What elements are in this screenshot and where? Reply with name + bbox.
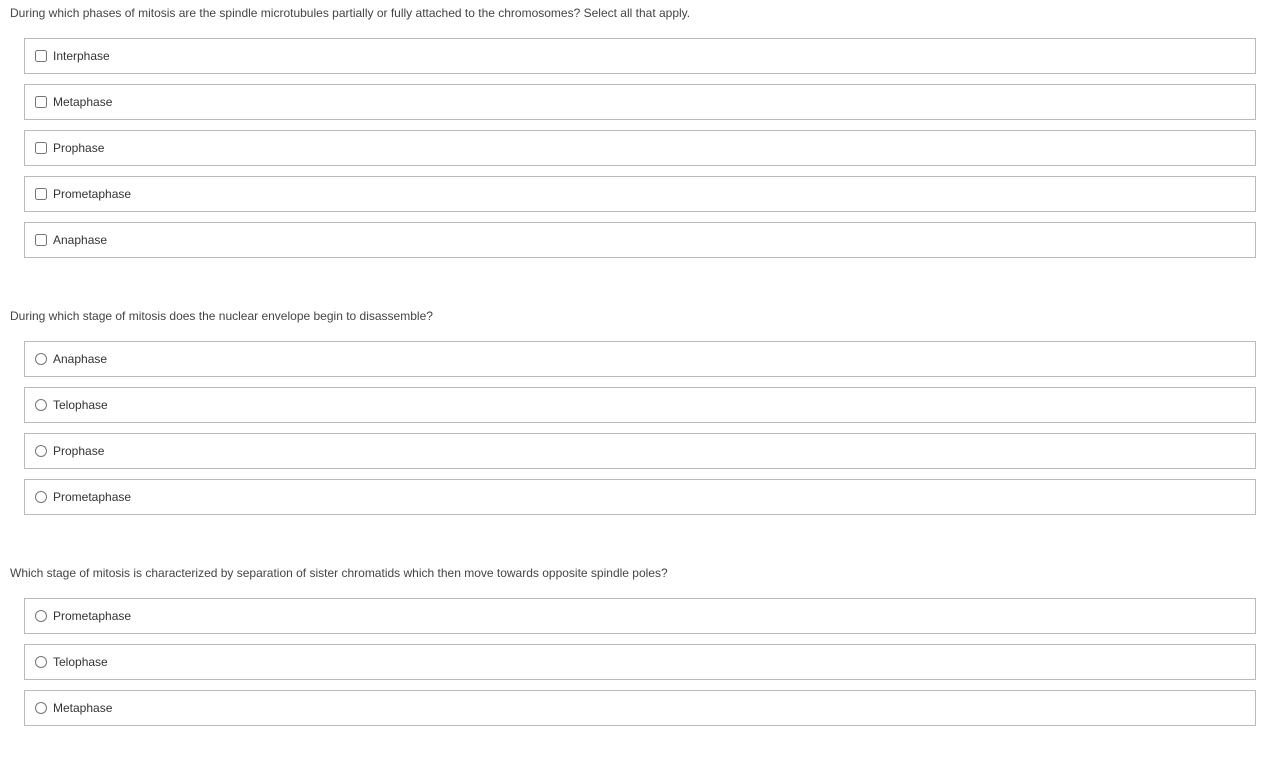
options-container: Interphase Metaphase Prophase Prometapha… [0, 38, 1280, 258]
question-block-3: Which stage of mitosis is characterized … [0, 560, 1280, 726]
question-prompt: During which stage of mitosis does the n… [0, 303, 1280, 341]
option-row-metaphase[interactable]: Metaphase [24, 690, 1256, 726]
checkbox-prometaphase[interactable] [35, 188, 47, 200]
option-row-prometaphase[interactable]: Prometaphase [24, 598, 1256, 634]
option-row-telophase[interactable]: Telophase [24, 644, 1256, 680]
radio-metaphase[interactable] [35, 702, 47, 714]
option-label: Anaphase [53, 352, 107, 366]
option-label: Anaphase [53, 233, 107, 247]
radio-telophase[interactable] [35, 399, 47, 411]
radio-telophase[interactable] [35, 656, 47, 668]
option-label: Interphase [53, 49, 110, 63]
question-block-1: During which phases of mitosis are the s… [0, 0, 1280, 258]
option-label: Telophase [53, 655, 108, 669]
option-label: Prophase [53, 141, 104, 155]
option-label: Metaphase [53, 95, 112, 109]
option-label: Prophase [53, 444, 104, 458]
options-container: Prometaphase Telophase Metaphase [0, 598, 1280, 726]
option-row-telophase[interactable]: Telophase [24, 387, 1256, 423]
radio-prometaphase[interactable] [35, 610, 47, 622]
radio-prophase[interactable] [35, 445, 47, 457]
checkbox-metaphase[interactable] [35, 96, 47, 108]
question-block-2: During which stage of mitosis does the n… [0, 303, 1280, 515]
option-row-prometaphase[interactable]: Prometaphase [24, 479, 1256, 515]
question-prompt: During which phases of mitosis are the s… [0, 0, 1280, 38]
option-row-prophase[interactable]: Prophase [24, 130, 1256, 166]
option-label: Telophase [53, 398, 108, 412]
options-container: Anaphase Telophase Prophase Prometaphase [0, 341, 1280, 515]
option-row-metaphase[interactable]: Metaphase [24, 84, 1256, 120]
checkbox-prophase[interactable] [35, 142, 47, 154]
option-label: Prometaphase [53, 187, 131, 201]
option-row-prometaphase[interactable]: Prometaphase [24, 176, 1256, 212]
checkbox-interphase[interactable] [35, 50, 47, 62]
radio-prometaphase[interactable] [35, 491, 47, 503]
option-label: Metaphase [53, 701, 112, 715]
radio-anaphase[interactable] [35, 353, 47, 365]
question-prompt: Which stage of mitosis is characterized … [0, 560, 1280, 598]
option-row-anaphase[interactable]: Anaphase [24, 341, 1256, 377]
option-row-anaphase[interactable]: Anaphase [24, 222, 1256, 258]
option-row-prophase[interactable]: Prophase [24, 433, 1256, 469]
option-label: Prometaphase [53, 609, 131, 623]
checkbox-anaphase[interactable] [35, 234, 47, 246]
option-row-interphase[interactable]: Interphase [24, 38, 1256, 74]
option-label: Prometaphase [53, 490, 131, 504]
